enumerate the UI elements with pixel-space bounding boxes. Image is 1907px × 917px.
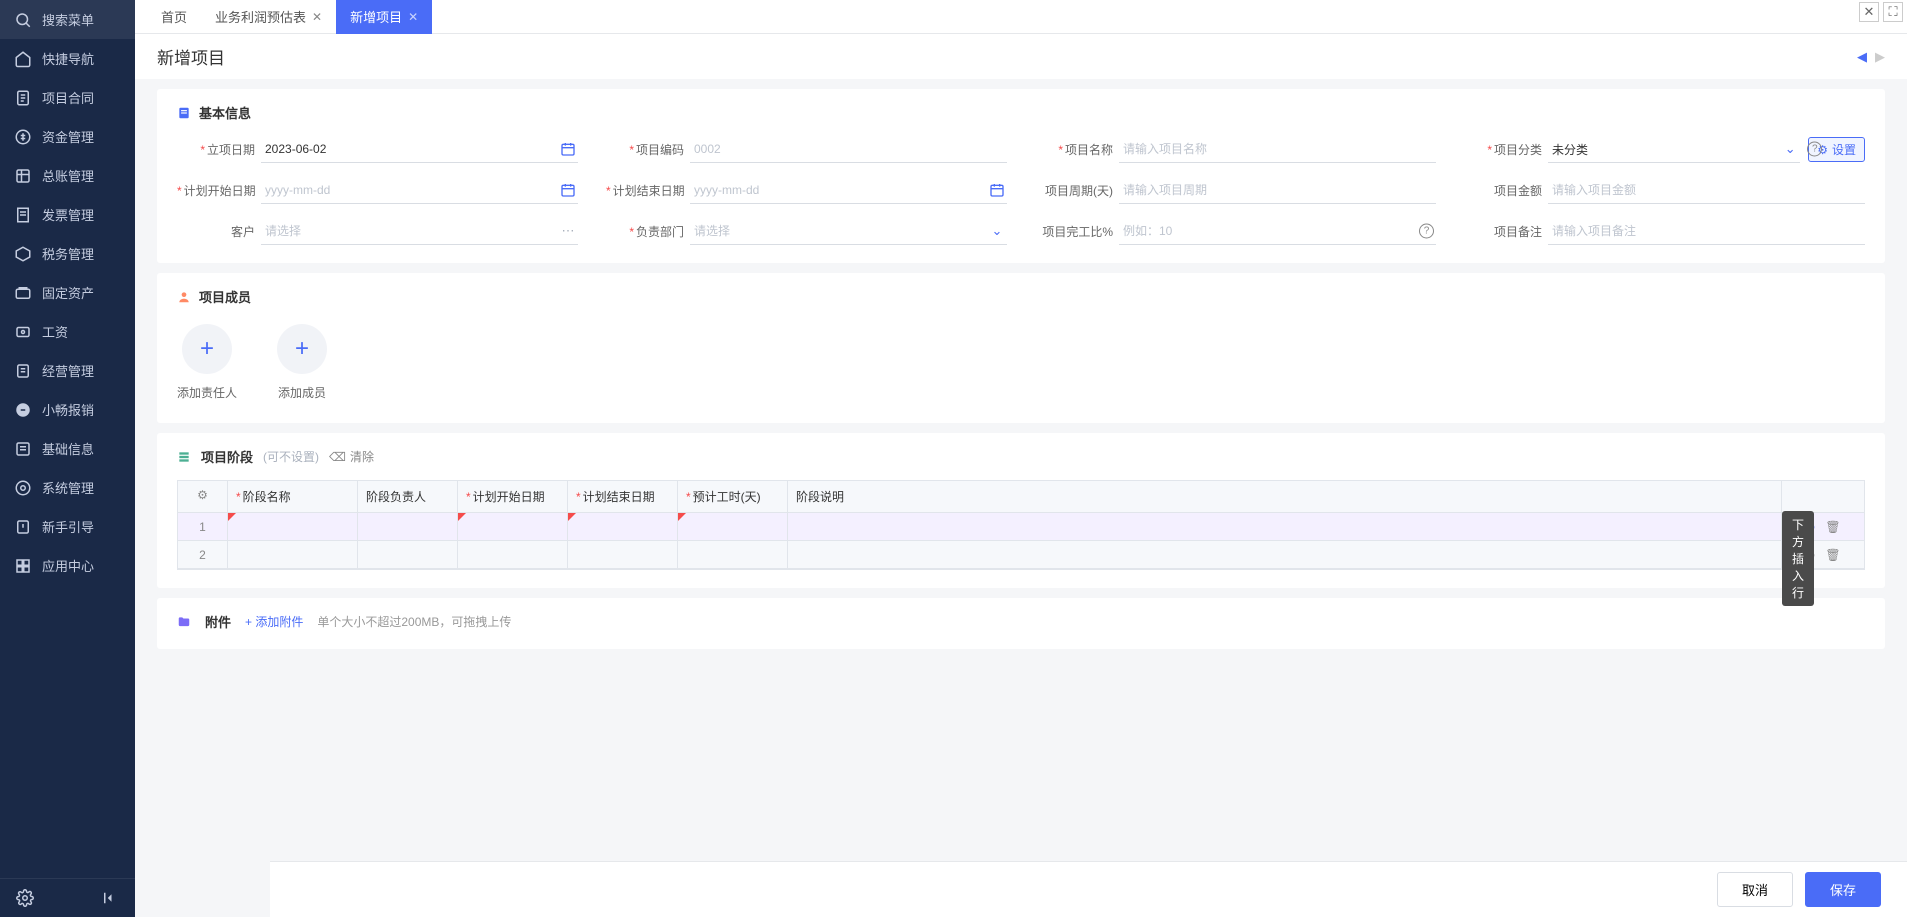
delete-row-icon[interactable]: 🗑 [1825,548,1840,562]
sidebar: 搜索菜单快捷导航项目合同资金管理总账管理发票管理税务管理固定资产工资经营管理小畅… [0,0,135,917]
remark-input[interactable] [1548,218,1865,244]
sidebar-item-3[interactable]: 资金管理 [0,117,135,156]
tooltip: 下方插入行 [1782,511,1814,606]
chevron-down-icon[interactable]: ⌄ [989,223,1005,239]
end-date-input[interactable] [690,177,1007,203]
add-member-button[interactable]: + 添加成员 [277,324,327,401]
sidebar-item-0[interactable]: 搜索菜单 [0,0,135,39]
category-select[interactable] [1548,136,1800,162]
help-icon[interactable]: ? [1807,142,1822,157]
cancel-button[interactable]: 取消 [1717,872,1793,907]
money-icon [14,128,32,146]
section-heading: 附件 [205,612,231,631]
info-icon [14,440,32,458]
gear-icon[interactable]: ⚙ [178,481,228,513]
stack-icon [177,450,191,464]
sidebar-item-8[interactable]: 工资 [0,312,135,351]
expense-icon [14,401,32,419]
percent-input[interactable] [1119,218,1436,244]
tab-0[interactable]: 首页 [147,0,201,34]
tab-1[interactable]: 业务利润预估表✕ [201,0,336,34]
help-icon[interactable]: ? [1419,224,1434,239]
biz-icon [14,362,32,380]
sidebar-item-2[interactable]: 项目合同 [0,78,135,117]
section-heading: 基本信息 [199,103,251,122]
table-row[interactable]: 1 ⊕ 🗑 下方插入行 [178,513,1864,541]
close-window-icon[interactable]: ✕ [1859,2,1879,22]
apps-icon [14,557,32,575]
date-input[interactable] [261,136,578,162]
sidebar-item-1[interactable]: 快捷导航 [0,39,135,78]
footer-bar: 取消 保存 [270,861,1907,917]
amount-input[interactable] [1548,177,1865,203]
cycle-input[interactable] [1119,177,1436,203]
save-button[interactable]: 保存 [1805,872,1881,907]
home-icon [14,50,32,68]
salary-icon [14,323,32,341]
prev-page-icon[interactable]: ◀ [1857,49,1867,65]
asset-icon [14,284,32,302]
name-input[interactable] [1119,136,1436,162]
sidebar-item-14[interactable]: 应用中心 [0,546,135,585]
tax-icon [14,245,32,263]
phase-section: 项目阶段 (可不设置) ⌫清除 ⚙ *阶段名称 阶段负责人 *计划开始日期 *计… [157,433,1885,588]
phase-table: ⚙ *阶段名称 阶段负责人 *计划开始日期 *计划结束日期 *预计工时(天) 阶… [177,480,1865,570]
attachment-section: 附件 + 添加附件 单个大小不超过200MB，可拖拽上传 [157,598,1885,649]
plus-icon: + [182,324,232,374]
add-attachment-button[interactable]: + 添加附件 [245,613,303,630]
search-icon [14,11,32,29]
close-icon[interactable]: ✕ [408,10,418,24]
eraser-icon: ⌫ [329,450,346,464]
tab-2[interactable]: 新增项目✕ [336,0,432,34]
chevron-down-icon[interactable]: ⌄ [1782,141,1798,157]
sidebar-item-6[interactable]: 税务管理 [0,234,135,273]
calendar-icon[interactable] [560,141,576,157]
sidebar-item-5[interactable]: 发票管理 [0,195,135,234]
plus-icon: + [277,324,327,374]
add-owner-button[interactable]: + 添加责任人 [177,324,237,401]
gear-icon[interactable] [16,889,34,907]
invoice-icon [14,206,32,224]
collapse-icon[interactable] [101,889,119,907]
sidebar-item-4[interactable]: 总账管理 [0,156,135,195]
next-page-icon[interactable]: ▶ [1875,49,1885,65]
ledger-icon [14,167,32,185]
more-icon[interactable]: ⋯ [560,223,576,239]
doc-icon [14,89,32,107]
sidebar-item-10[interactable]: 小畅报销 [0,390,135,429]
system-icon [14,479,32,497]
page-title: 新增项目 [157,44,225,69]
close-icon[interactable]: ✕ [312,10,322,24]
start-date-input[interactable] [261,177,578,203]
sidebar-item-9[interactable]: 经营管理 [0,351,135,390]
calendar-icon[interactable] [560,182,576,198]
customer-select[interactable] [261,218,578,244]
delete-row-icon[interactable]: 🗑 [1825,520,1840,534]
form-icon [177,106,191,120]
section-heading: 项目阶段 [201,447,253,466]
basic-info-section: 基本信息 *立项日期 *项目编码 *项目名称 *项目分类⌄?⚙设置 *计划开始日… [157,89,1885,263]
table-row[interactable]: 2 ⊕ 🗑 [178,541,1864,569]
sidebar-item-7[interactable]: 固定资产 [0,273,135,312]
calendar-icon[interactable] [989,182,1005,198]
dept-select[interactable] [690,218,1007,244]
clear-button[interactable]: ⌫清除 [329,448,374,465]
section-heading: 项目成员 [199,287,251,306]
guide-icon [14,518,32,536]
sidebar-item-13[interactable]: 新手引导 [0,507,135,546]
tab-bar: 首页业务利润预估表✕新增项目✕ [135,0,1907,34]
members-section: 项目成员 + 添加责任人 + 添加成员 [157,273,1885,423]
user-icon [177,290,191,304]
sidebar-item-12[interactable]: 系统管理 [0,468,135,507]
code-input[interactable] [690,136,1007,162]
folder-icon [177,615,191,629]
sidebar-item-11[interactable]: 基础信息 [0,429,135,468]
expand-window-icon[interactable]: ⛶ [1883,2,1903,22]
